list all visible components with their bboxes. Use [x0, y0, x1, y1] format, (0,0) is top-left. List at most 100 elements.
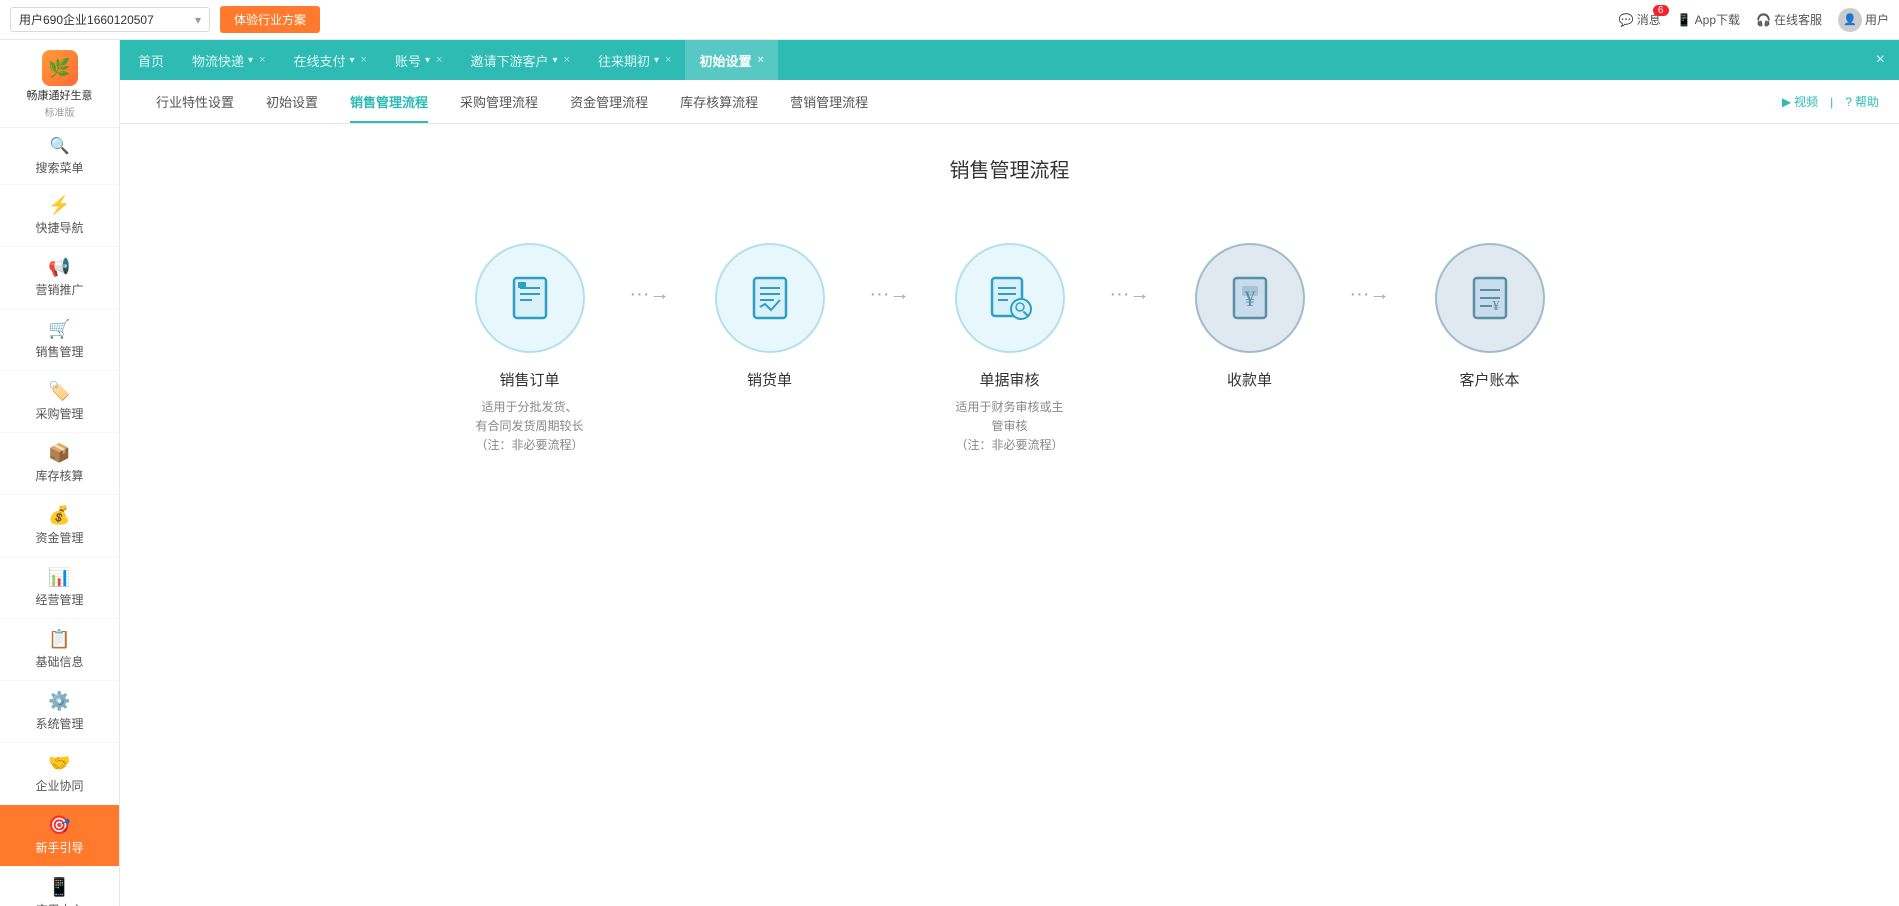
search-icon: 🔍: [50, 136, 70, 156]
sidebar-item-sales-mgmt-label: 销售管理: [35, 343, 83, 360]
sub-tab-actions: ▶ 视频 | ? 帮助: [1782, 93, 1879, 110]
system-mgmt-icon: ⚙️: [48, 691, 70, 712]
sidebar-item-stock-calc[interactable]: 📦 库存核算: [0, 433, 119, 495]
sidebar-item-operation-mgmt[interactable]: 📊 经营管理: [0, 557, 119, 619]
tab-logistics[interactable]: 物流快递 ▾ ×: [178, 40, 279, 80]
service-icon: 🎧: [1756, 13, 1771, 27]
sales-invoice-circle: [715, 243, 825, 353]
tab-account-arrow: ▾: [425, 55, 430, 66]
sub-tab-fund-flow[interactable]: 资金管理流程: [554, 80, 664, 123]
tab-period-initial[interactable]: 往来期初 ▾ ×: [584, 40, 685, 80]
sidebar-item-basic-info[interactable]: 📋 基础信息: [0, 619, 119, 681]
arrow-4: ···→: [1340, 243, 1400, 306]
user-select-text: 用户690企业1660120507: [19, 11, 154, 28]
tab-account-close[interactable]: ×: [436, 54, 442, 66]
top-header: 用户690企业1660120507 ▾ 体验行业方案 💬 消息 6 📱 App下…: [0, 0, 1899, 40]
layout: 🌿 畅康通好生意 标准版 🔍 搜索菜单 ⚡ 快捷导航 📢 营销推广 🛒 销售管理…: [0, 40, 1899, 906]
sidebar-item-new-guide-label: 新手引导: [35, 839, 83, 856]
sidebar-item-operation-mgmt-label: 经营管理: [35, 591, 83, 608]
doc-audit-name: 单据审核: [979, 369, 1039, 390]
service-action[interactable]: 🎧 在线客服: [1756, 11, 1822, 28]
arrow-3: ···→: [1100, 243, 1160, 306]
trial-btn[interactable]: 体验行业方案: [220, 6, 320, 33]
avatar: 👤: [1838, 8, 1862, 32]
video-link[interactable]: ▶ 视频: [1782, 93, 1818, 110]
app-download-action[interactable]: 📱 App下载: [1677, 11, 1740, 28]
right-actions: 💬 消息 6 📱 App下载 🎧 在线客服 👤 用户: [1619, 8, 1889, 32]
quick-nav-icon: ⚡: [48, 195, 70, 216]
main: 首页 物流快递 ▾ × 在线支付 ▾ × 账号 ▾ × 邀请下游客户 ▾ ×: [120, 40, 1899, 906]
customer-ledger-name: 客户账本: [1459, 369, 1519, 390]
tab-invite-downstream-close[interactable]: ×: [564, 54, 570, 66]
sub-tab-sales-flow[interactable]: 销售管理流程: [334, 80, 444, 123]
tab-home[interactable]: 首页: [124, 40, 178, 80]
sub-tab-camp-flow[interactable]: 营销管理流程: [774, 80, 884, 123]
sidebar-item-enterprise-coop[interactable]: 🤝 企业协同: [0, 743, 119, 805]
sidebar-item-fund-mgmt-label: 资金管理: [35, 529, 83, 546]
sidebar-item-new-guide[interactable]: 🎯 新手引导: [0, 805, 119, 867]
tab-online-pay[interactable]: 在线支付 ▾ ×: [280, 40, 381, 80]
process-step-receipt[interactable]: ¥ 收款单: [1160, 243, 1340, 398]
user-select[interactable]: 用户690企业1660120507 ▾: [10, 7, 210, 32]
purchase-mgmt-icon: 🏷️: [48, 381, 70, 402]
sub-tab-industry-feature[interactable]: 行业特性设置: [140, 80, 250, 123]
sidebar-item-fund-mgmt[interactable]: 💰 资金管理: [0, 495, 119, 557]
operation-mgmt-icon: 📊: [48, 567, 70, 588]
marketing-promote-icon: 📢: [48, 257, 70, 278]
dropdown-arrow-icon: ▾: [195, 13, 201, 27]
sub-tab-purchase-flow[interactable]: 采购管理流程: [444, 80, 554, 123]
stock-calc-icon: 📦: [48, 443, 70, 464]
process-flow: 销售订单 适用于分批发货、有合同发货周期较长（注：非必要流程） ···→: [160, 243, 1859, 456]
content: 行业特性设置 初始设置 销售管理流程 采购管理流程 资金管理流程 库存核算流程: [120, 80, 1899, 906]
tab-invite-downstream[interactable]: 邀请下游客户 ▾ ×: [456, 40, 583, 80]
customer-ledger-circle: ¥: [1435, 243, 1545, 353]
basic-info-icon: 📋: [48, 629, 70, 650]
user-action[interactable]: 👤 用户: [1838, 8, 1889, 32]
sub-tab-stock-flow[interactable]: 库存核算流程: [664, 80, 774, 123]
sidebar-item-sales-mgmt[interactable]: 🛒 销售管理: [0, 309, 119, 371]
tab-initial-setup[interactable]: 初始设置 ×: [685, 40, 777, 80]
process-step-sales-invoice[interactable]: 销货单: [680, 243, 860, 398]
process-step-doc-audit[interactable]: 单据审核 适用于财务审核或主管审核（注：非必要流程）: [920, 243, 1100, 456]
sidebar-item-marketing-promote[interactable]: 📢 营销推广: [0, 247, 119, 309]
receipt-icon: ¥: [1224, 272, 1276, 324]
process-step-sales-order[interactable]: 销售订单 适用于分批发货、有合同发货周期较长（注：非必要流程）: [440, 243, 620, 456]
tab-period-initial-close[interactable]: ×: [665, 54, 671, 66]
process-step-customer-ledger[interactable]: ¥ 客户账本: [1400, 243, 1580, 398]
fund-mgmt-icon: 💰: [48, 505, 70, 526]
sidebar-item-stock-calc-label: 库存核算: [35, 467, 83, 484]
sidebar-item-system-mgmt-label: 系统管理: [35, 715, 83, 732]
logo-subtext: 标准版: [45, 104, 75, 119]
help-icon: ?: [1845, 95, 1852, 109]
video-label: 视频: [1794, 93, 1818, 110]
tab-account[interactable]: 账号 ▾ ×: [381, 40, 456, 80]
msg-action[interactable]: 💬 消息 6: [1619, 11, 1661, 28]
sidebar-item-quick-nav[interactable]: ⚡ 快捷导航: [0, 185, 119, 247]
arrow-2: ···→: [860, 243, 920, 306]
app-center-icon: 📱: [48, 877, 70, 898]
arrow-1: ···→: [620, 243, 680, 306]
sub-tabs: 行业特性设置 初始设置 销售管理流程 采购管理流程 资金管理流程 库存核算流程: [120, 80, 1899, 124]
sidebar-item-system-mgmt[interactable]: ⚙️ 系统管理: [0, 681, 119, 743]
tab-logistics-close[interactable]: ×: [259, 54, 265, 66]
nav-tabs: 首页 物流快递 ▾ × 在线支付 ▾ × 账号 ▾ × 邀请下游客户 ▾ ×: [120, 40, 1899, 80]
tab-initial-setup-close[interactable]: ×: [757, 54, 763, 66]
sidebar-item-app-center[interactable]: 📱 应用中心: [0, 867, 119, 906]
sub-tab-initial-setup[interactable]: 初始设置: [250, 80, 334, 123]
sales-mgmt-icon: 🛒: [48, 319, 70, 340]
close-all-tabs-btn[interactable]: ×: [1866, 51, 1895, 69]
logo-text: 畅康通好生意: [27, 89, 93, 104]
svg-text:¥: ¥: [1492, 299, 1499, 314]
msg-badge: 6: [1653, 5, 1669, 16]
video-icon: ▶: [1782, 95, 1791, 109]
doc-audit-desc: 适用于财务审核或主管审核（注：非必要流程）: [955, 398, 1063, 456]
sales-invoice-name: 销货单: [747, 369, 792, 390]
tab-online-pay-close[interactable]: ×: [361, 54, 367, 66]
sidebar-item-purchase-mgmt[interactable]: 🏷️ 采购管理: [0, 371, 119, 433]
help-link[interactable]: ? 帮助: [1845, 93, 1879, 110]
sidebar-item-search[interactable]: 🔍 搜索菜单: [0, 128, 119, 185]
sidebar-item-quick-nav-label: 快捷导航: [35, 219, 83, 236]
sidebar-item-search-label: 搜索菜单: [35, 159, 83, 176]
app-icon: 📱: [1677, 13, 1692, 27]
sidebar-item-marketing-promote-label: 营销推广: [35, 281, 83, 298]
